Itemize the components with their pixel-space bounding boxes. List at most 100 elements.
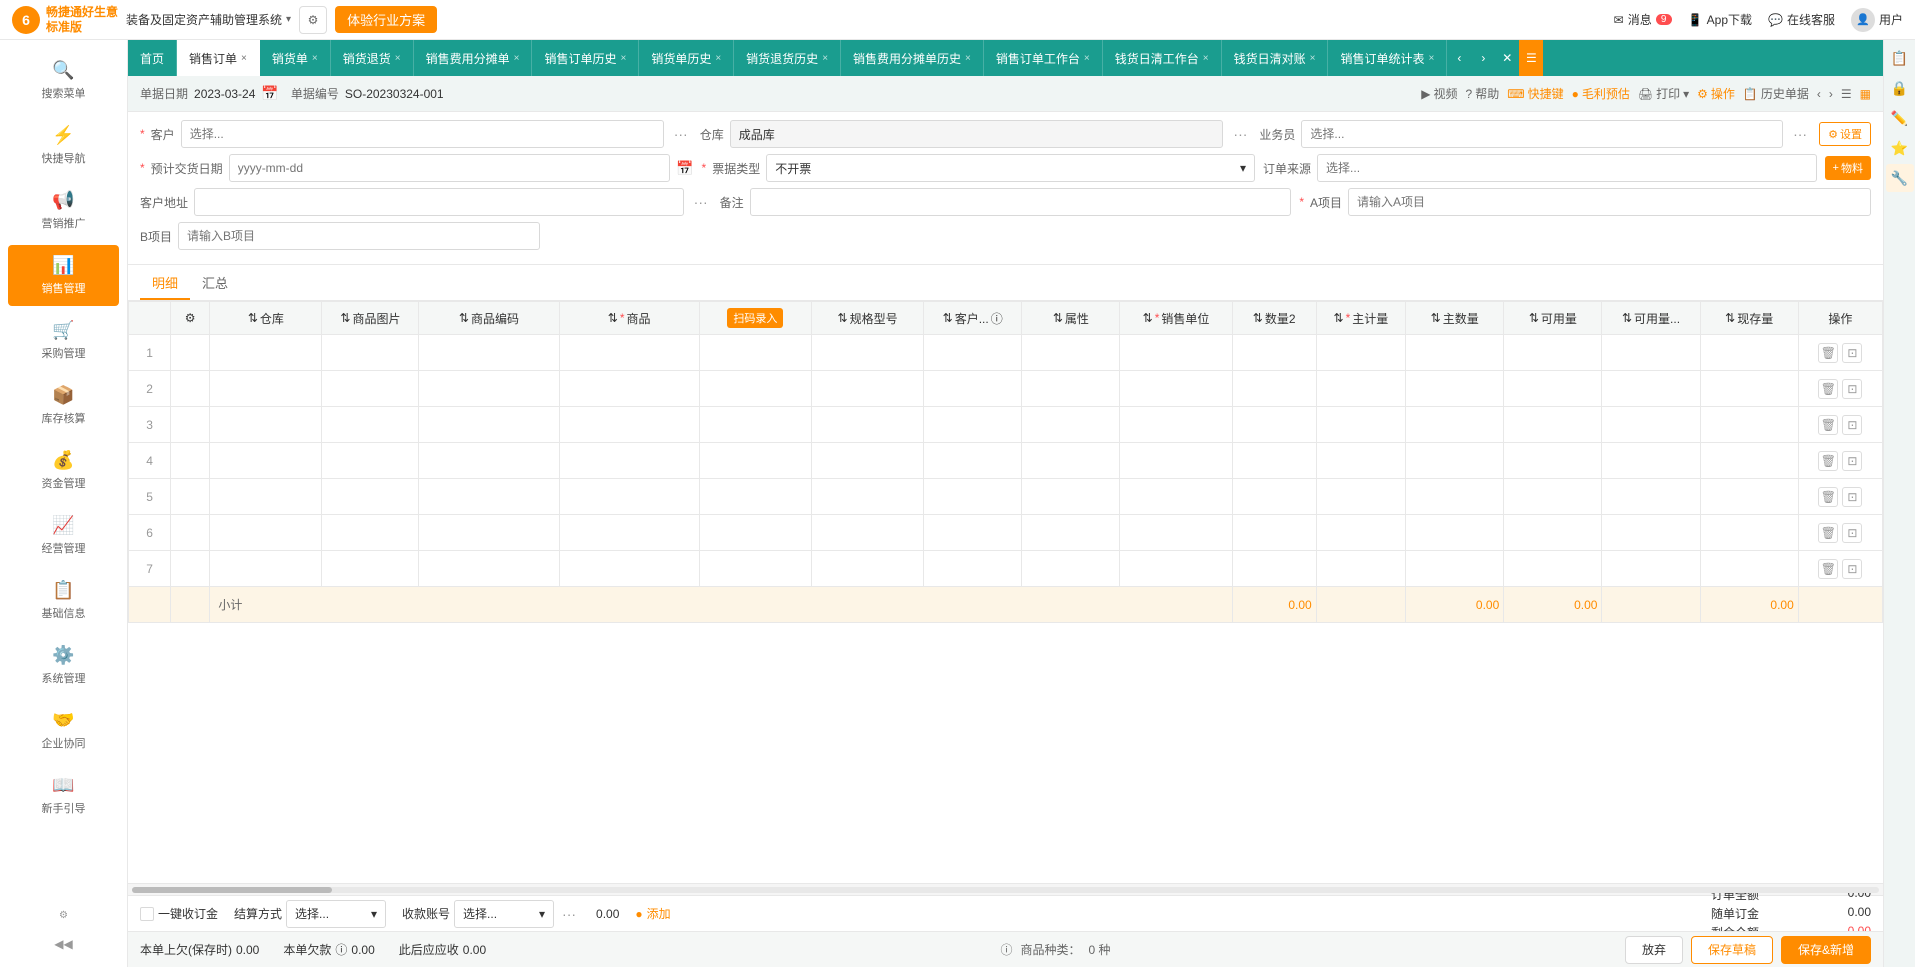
row-customer-code[interactable] [924,479,1022,515]
tab-close-icon[interactable]: × [241,53,247,64]
save-draft-btn[interactable]: 保存草稿 [1691,936,1773,964]
row-unit[interactable] [1120,371,1232,407]
sidebar-settings-btn[interactable]: ⚙ [8,910,119,921]
settle-method-select[interactable]: 选择... ▾ [286,900,386,928]
row-copy-btn[interactable]: ⊡ [1842,343,1862,363]
sidebar-item-enterprise[interactable]: 🤝 企业协同 [8,700,119,761]
row-main-qty[interactable] [1406,551,1504,587]
tab-close-icon[interactable]: × [1310,53,1316,64]
row-spec[interactable] [811,551,923,587]
tab-sales-order-history[interactable]: 销售订单历史 × [532,40,639,76]
header-prev-btn[interactable]: ‹ [1817,87,1821,101]
row-spec[interactable] [811,515,923,551]
row-delete-btn[interactable]: 🗑 [1818,415,1838,435]
profit-action[interactable]: ● 毛利预估 [1572,85,1630,102]
address-dots-btn[interactable]: ··· [690,194,712,210]
sidebar-item-basic[interactable]: 📋 基础信息 [8,570,119,631]
customer-dots-btn[interactable]: ··· [670,126,692,142]
tabs-close-all-btn[interactable]: ✕ [1495,40,1519,76]
staff-dots-btn[interactable]: ··· [1789,126,1811,142]
a-project-input[interactable] [1348,188,1871,216]
tab-close-icon[interactable]: × [514,53,520,64]
tab-close-icon[interactable]: × [1203,53,1209,64]
account-select[interactable]: 选择... ▾ [454,900,554,928]
customer-input[interactable] [181,120,664,148]
industry-btn[interactable]: 体验行业方案 [335,6,437,33]
row-qty2[interactable] [1232,335,1316,371]
sidebar-item-system[interactable]: ⚙️ 系统管理 [8,635,119,696]
row-attr[interactable] [1022,407,1120,443]
shortcut-action[interactable]: ⌨ 快捷键 [1507,85,1563,102]
row-attr[interactable] [1022,443,1120,479]
right-panel-edit-btn[interactable]: ✏️ [1886,104,1914,132]
system-dropdown[interactable]: 装备及固定资产辅助管理系统 ▾ [126,11,291,28]
row-attr[interactable] [1022,479,1120,515]
row-product[interactable] [559,479,699,515]
row-product[interactable] [559,407,699,443]
row-copy-btn[interactable]: ⊡ [1842,379,1862,399]
table-wrap[interactable]: ⚙ ⇅仓库 ⇅商品图片 ⇅商品编码 [128,301,1883,883]
row-copy-btn[interactable]: ⊡ [1842,487,1862,507]
row-unit[interactable] [1120,551,1232,587]
quick-settle-checkbox[interactable] [140,907,154,921]
tab-daily-workbench[interactable]: 钱货日清工作台 × [1103,40,1222,76]
row-spec[interactable] [811,407,923,443]
row-attr[interactable] [1022,551,1120,587]
discard-btn[interactable]: 放弃 [1625,936,1683,964]
right-panel-lock-btn[interactable]: 🔒 [1886,74,1914,102]
row-product[interactable] [559,515,699,551]
row-delete-btn[interactable]: 🗑 [1818,379,1838,399]
row-delete-btn[interactable]: 🗑 [1818,451,1838,471]
tab-fee-history[interactable]: 销售费用分摊单历史 × [841,40,984,76]
row-customer-code[interactable] [924,515,1022,551]
tab-workbench[interactable]: 销售订单工作台 × [984,40,1103,76]
row-customer-code[interactable] [924,371,1022,407]
row-main-unit[interactable] [1316,443,1405,479]
row-spec[interactable] [811,371,923,407]
right-panel-star-btn[interactable]: ⭐ [1886,134,1914,162]
account-dots-btn[interactable]: ··· [558,906,580,922]
delivery-calendar-icon[interactable]: 📅 [676,160,693,177]
row-delete-btn[interactable]: 🗑 [1818,523,1838,543]
row-code[interactable] [419,551,559,587]
row-spec[interactable] [811,443,923,479]
row-unit[interactable] [1120,407,1232,443]
sidebar-item-purchase[interactable]: 🛒 采购管理 [8,310,119,371]
row-warehouse[interactable] [210,479,322,515]
b-project-input[interactable] [178,222,540,250]
row-customer-code[interactable] [924,551,1022,587]
tab-close-icon[interactable]: × [715,53,721,64]
tabs-next-btn[interactable]: › [1471,40,1495,76]
tab-return-history[interactable]: 销货退货历史 × [734,40,841,76]
row-product[interactable] [559,551,699,587]
address-input[interactable] [194,188,684,216]
remark-input[interactable] [750,188,1292,216]
help-action[interactable]: ? 帮助 [1466,85,1500,102]
col-settings-header[interactable]: ⚙ [171,302,210,335]
row-code[interactable] [419,515,559,551]
tab-close-icon[interactable]: × [1428,53,1434,64]
row-spec[interactable] [811,479,923,515]
tab-sales-return[interactable]: 销货退货 × [331,40,414,76]
row-copy-btn[interactable]: ⊡ [1842,523,1862,543]
operation-action[interactable]: ⚙ 操作 [1697,85,1735,102]
user-menu[interactable]: 👤 用户 [1851,8,1903,32]
sidebar-item-operation[interactable]: 📈 经营管理 [8,505,119,566]
row-qty2[interactable] [1232,551,1316,587]
row-attr[interactable] [1022,371,1120,407]
tab-detail[interactable]: 明细 [140,269,190,300]
tab-close-icon[interactable]: × [395,53,401,64]
app-download-btn[interactable]: 📱 App下载 [1688,11,1752,28]
save-new-btn[interactable]: 保存&新增 [1781,936,1871,964]
row-warehouse[interactable] [210,443,322,479]
row-main-unit[interactable] [1316,335,1405,371]
row-customer-code[interactable] [924,335,1022,371]
message-btn[interactable]: ✉ 消息 9 [1614,11,1672,28]
row-delete-btn[interactable]: 🗑 [1818,559,1838,579]
row-spec[interactable] [811,335,923,371]
online-service-btn[interactable]: 💬 在线客服 [1768,11,1835,28]
row-main-qty[interactable] [1406,479,1504,515]
sidebar-item-quick[interactable]: ⚡ 快捷导航 [8,115,119,176]
add-record-btn[interactable]: ● 添加 [635,905,670,922]
row-customer-code[interactable] [924,407,1022,443]
